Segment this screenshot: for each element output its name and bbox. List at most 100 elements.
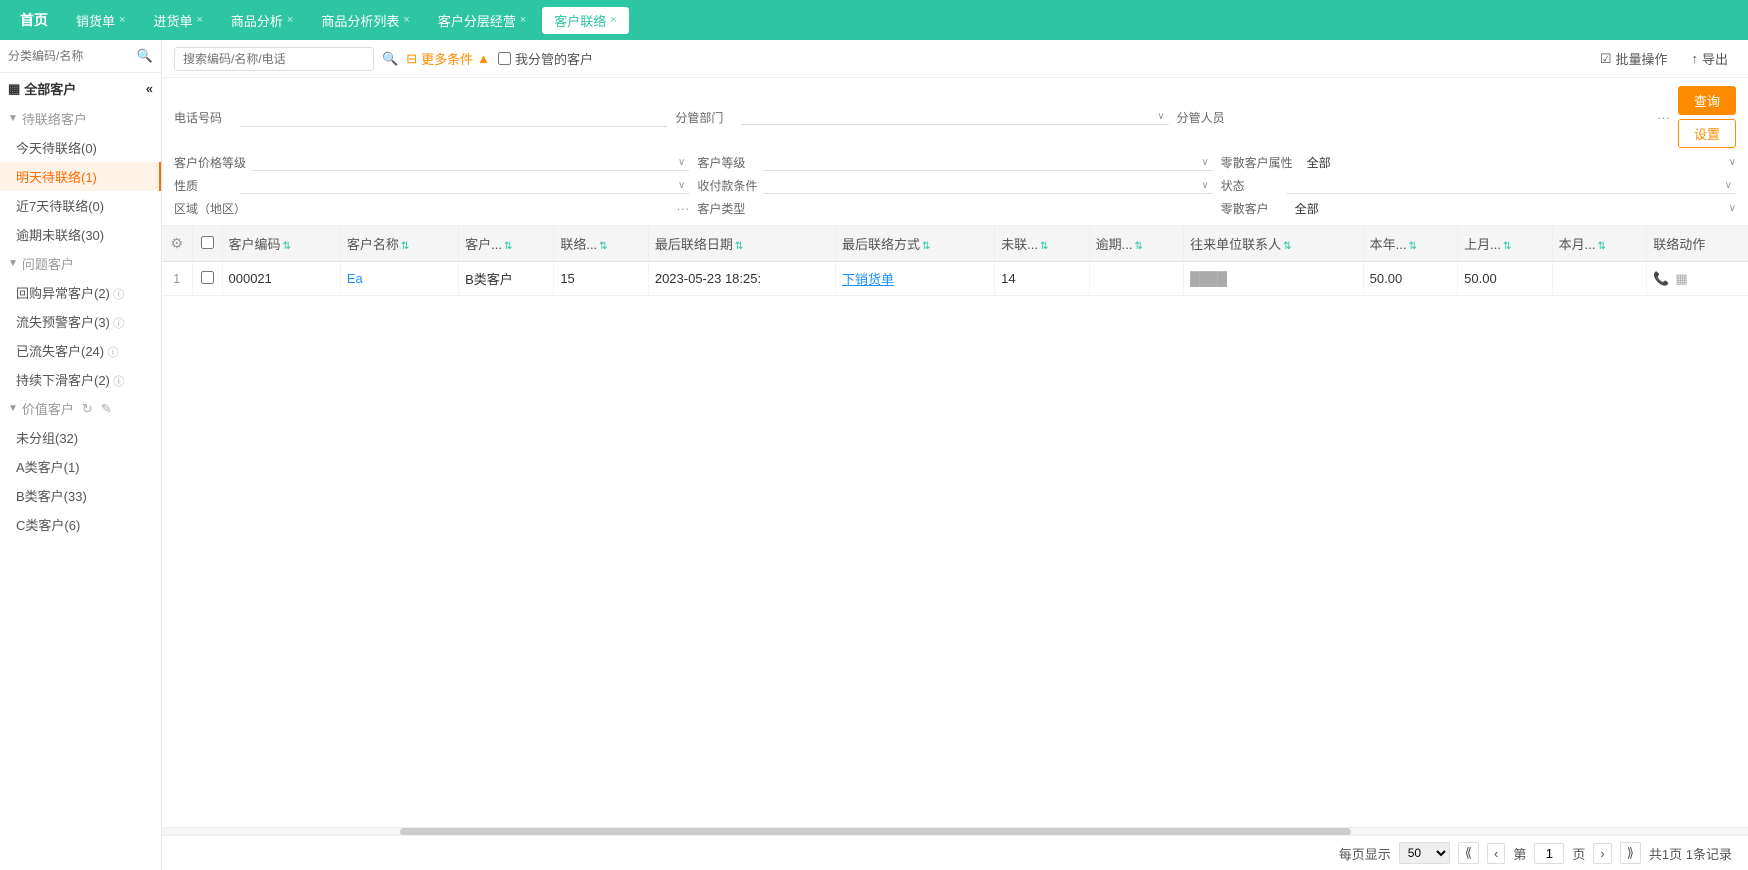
sidebar-item-declining[interactable]: 持续下滑客户(2) ⓘ bbox=[0, 365, 161, 394]
page-number-input[interactable] bbox=[1534, 843, 1564, 864]
region-dots[interactable]: ··· bbox=[676, 201, 689, 216]
manager-label: 分管人员 bbox=[1177, 109, 1237, 126]
retail-attr-arrow[interactable]: ∨ bbox=[1729, 157, 1736, 168]
horizontal-scrollbar[interactable] bbox=[162, 827, 1748, 835]
phone-action-icon[interactable]: 📞 bbox=[1653, 271, 1669, 287]
sidebar-all-customers[interactable]: ▦ 全部客户 « bbox=[0, 73, 161, 104]
export-icon: ↑ bbox=[1691, 51, 1698, 66]
sidebar-group-problem[interactable]: 问题客户 bbox=[0, 249, 161, 278]
sidebar-item-tomorrow[interactable]: 明天待联络(1) bbox=[0, 162, 161, 191]
sidebar-item-abnormal[interactable]: 回购异常客户(2) ⓘ bbox=[0, 278, 161, 307]
status-select[interactable]: ∨ bbox=[1287, 178, 1736, 194]
filter-customer-type: 客户类型 bbox=[697, 200, 1212, 217]
sidebar-item-b-class[interactable]: B类客户(33) bbox=[0, 481, 161, 510]
col-this-year[interactable]: 本年...⇅ bbox=[1363, 226, 1458, 262]
manager-dots[interactable]: ··· bbox=[1657, 110, 1670, 125]
filter-manager: 分管人员 ··· bbox=[1177, 109, 1670, 126]
sidebar-item-lost[interactable]: 已流失客户(24) ⓘ bbox=[0, 336, 161, 365]
row-no-contact: 14 bbox=[995, 262, 1090, 296]
customer-level-select[interactable]: ∨ bbox=[763, 155, 1212, 171]
retail-customer-arrow[interactable]: ∨ bbox=[1729, 203, 1736, 214]
sidebar-item-overdue[interactable]: 逾期未联络(30) bbox=[0, 220, 161, 249]
adv-filter-panel: 电话号码 分管部门 ∨ 分管人员 ··· 查询 设置 bbox=[162, 78, 1748, 226]
col-checkbox[interactable] bbox=[192, 226, 222, 262]
row-overdue bbox=[1089, 262, 1184, 296]
sidebar-search-area: 🔍 bbox=[0, 40, 161, 73]
close-icon[interactable]: × bbox=[119, 14, 125, 26]
query-button[interactable]: 查询 bbox=[1678, 86, 1736, 115]
col-type[interactable]: 客户...⇅ bbox=[459, 226, 554, 262]
close-icon[interactable]: × bbox=[287, 14, 293, 26]
row-actions[interactable]: 📞 ▦ bbox=[1647, 262, 1748, 296]
gear-icon[interactable]: ⚙ bbox=[170, 235, 183, 251]
row-this-month bbox=[1552, 262, 1647, 296]
phone-input[interactable] bbox=[240, 108, 667, 127]
sidebar-item-a-class[interactable]: A类客户(1) bbox=[0, 452, 161, 481]
filter-region: 区域（地区） ··· bbox=[174, 200, 689, 217]
export-btn[interactable]: ↑ 导出 bbox=[1683, 46, 1736, 71]
nav-salesman[interactable]: 销货单 × bbox=[64, 7, 137, 34]
col-last-method[interactable]: 最后联络方式⇅ bbox=[835, 226, 994, 262]
nav-product-list[interactable]: 商品分析列表 × bbox=[309, 7, 421, 34]
price-level-select[interactable]: ∨ bbox=[252, 155, 689, 171]
col-contact-person[interactable]: 往来单位联系人⇅ bbox=[1184, 226, 1364, 262]
prev-page-btn[interactable]: ‹ bbox=[1487, 843, 1505, 864]
col-contact[interactable]: 联络...⇅ bbox=[554, 226, 649, 262]
sidebar-group-pending[interactable]: 待联络客户 bbox=[0, 104, 161, 133]
col-last-date[interactable]: 最后联络日期⇅ bbox=[648, 226, 835, 262]
last-page-btn[interactable]: ⟫ bbox=[1620, 842, 1641, 864]
next-page-btn[interactable]: › bbox=[1593, 843, 1611, 864]
close-icon[interactable]: × bbox=[403, 14, 409, 26]
nav-product-analysis[interactable]: 商品分析 × bbox=[219, 7, 305, 34]
payment-select[interactable]: ∨ bbox=[763, 178, 1212, 194]
dept-select[interactable]: ∨ bbox=[741, 109, 1168, 125]
col-no-contact[interactable]: 未联...⇅ bbox=[995, 226, 1090, 262]
col-gear[interactable]: ⚙ bbox=[162, 226, 192, 262]
gender-select[interactable]: ∨ bbox=[240, 178, 689, 194]
search-input[interactable] bbox=[174, 47, 374, 71]
first-page-btn[interactable]: ⟪ bbox=[1458, 842, 1479, 864]
row-code: 000021 bbox=[222, 262, 340, 296]
batch-ops-btn[interactable]: ☑ 批量操作 bbox=[1592, 46, 1676, 71]
sidebar-item-warning[interactable]: 流失预警客户(3) ⓘ bbox=[0, 307, 161, 336]
row-last-method[interactable]: 下销货单 bbox=[835, 262, 994, 296]
col-this-month[interactable]: 本月...⇅ bbox=[1552, 226, 1647, 262]
sidebar-search-input[interactable] bbox=[8, 49, 133, 63]
close-icon[interactable]: × bbox=[196, 14, 202, 26]
sidebar-group-value[interactable]: 价值客户 ↻ ✎ bbox=[0, 394, 161, 423]
dept-label: 分管部门 bbox=[675, 109, 735, 126]
close-icon[interactable]: × bbox=[610, 14, 616, 26]
gender-label: 性质 bbox=[174, 177, 234, 194]
col-last-month[interactable]: 上月...⇅ bbox=[1458, 226, 1553, 262]
nav-customer-layer[interactable]: 客户分层经营 × bbox=[426, 7, 538, 34]
retail-customer-label: 零散客户 bbox=[1221, 200, 1281, 217]
my-customers-check[interactable] bbox=[498, 52, 511, 65]
sidebar-item-7days[interactable]: 近7天待联络(0) bbox=[0, 191, 161, 220]
more-conditions-btn[interactable]: ⊟ 更多条件 ▲ bbox=[406, 49, 490, 68]
search-icon[interactable]: 🔍 bbox=[137, 48, 153, 64]
sidebar-item-today[interactable]: 今天待联络(0) bbox=[0, 133, 161, 162]
search-icon[interactable]: 🔍 bbox=[382, 51, 398, 67]
my-customers-checkbox[interactable]: 我分管的客户 bbox=[498, 49, 593, 68]
sidebar-item-c-class[interactable]: C类客户(6) bbox=[0, 510, 161, 539]
collapse-icon[interactable]: « bbox=[146, 81, 153, 96]
row-last-date: 2023-05-23 18:25: bbox=[648, 262, 835, 296]
nav-purchase[interactable]: 进货单 × bbox=[141, 7, 214, 34]
sidebar-item-ungrouped[interactable]: 未分组(32) bbox=[0, 423, 161, 452]
row-checkbox-cell[interactable] bbox=[192, 262, 222, 296]
row-checkbox[interactable] bbox=[201, 271, 214, 284]
contact-method-link[interactable]: 下销货单 bbox=[842, 272, 894, 287]
col-name[interactable]: 客户名称⇅ bbox=[340, 226, 458, 262]
close-icon[interactable]: × bbox=[520, 14, 526, 26]
nav-home[interactable]: 首页 bbox=[8, 6, 60, 34]
sidebar: 🔍 ▦ 全部客户 « 待联络客户 今天待联络(0) 明天待联络(1) 近7天待联… bbox=[0, 40, 162, 870]
col-overdue[interactable]: 逾期...⇅ bbox=[1089, 226, 1184, 262]
set-button[interactable]: 设置 bbox=[1678, 119, 1736, 148]
per-page-select[interactable]: 50 100 200 bbox=[1399, 842, 1450, 864]
filter-retail-attr: 零散客户属性 全部 ∨ bbox=[1221, 154, 1736, 171]
grid-action-icon[interactable]: ▦ bbox=[1675, 271, 1687, 287]
filter-payment: 收付款条件 ∨ bbox=[697, 177, 1212, 194]
select-all-checkbox[interactable] bbox=[201, 236, 214, 249]
nav-customer-contact[interactable]: 客户联络 × bbox=[542, 7, 628, 34]
col-code[interactable]: 客户编码⇅ bbox=[222, 226, 340, 262]
